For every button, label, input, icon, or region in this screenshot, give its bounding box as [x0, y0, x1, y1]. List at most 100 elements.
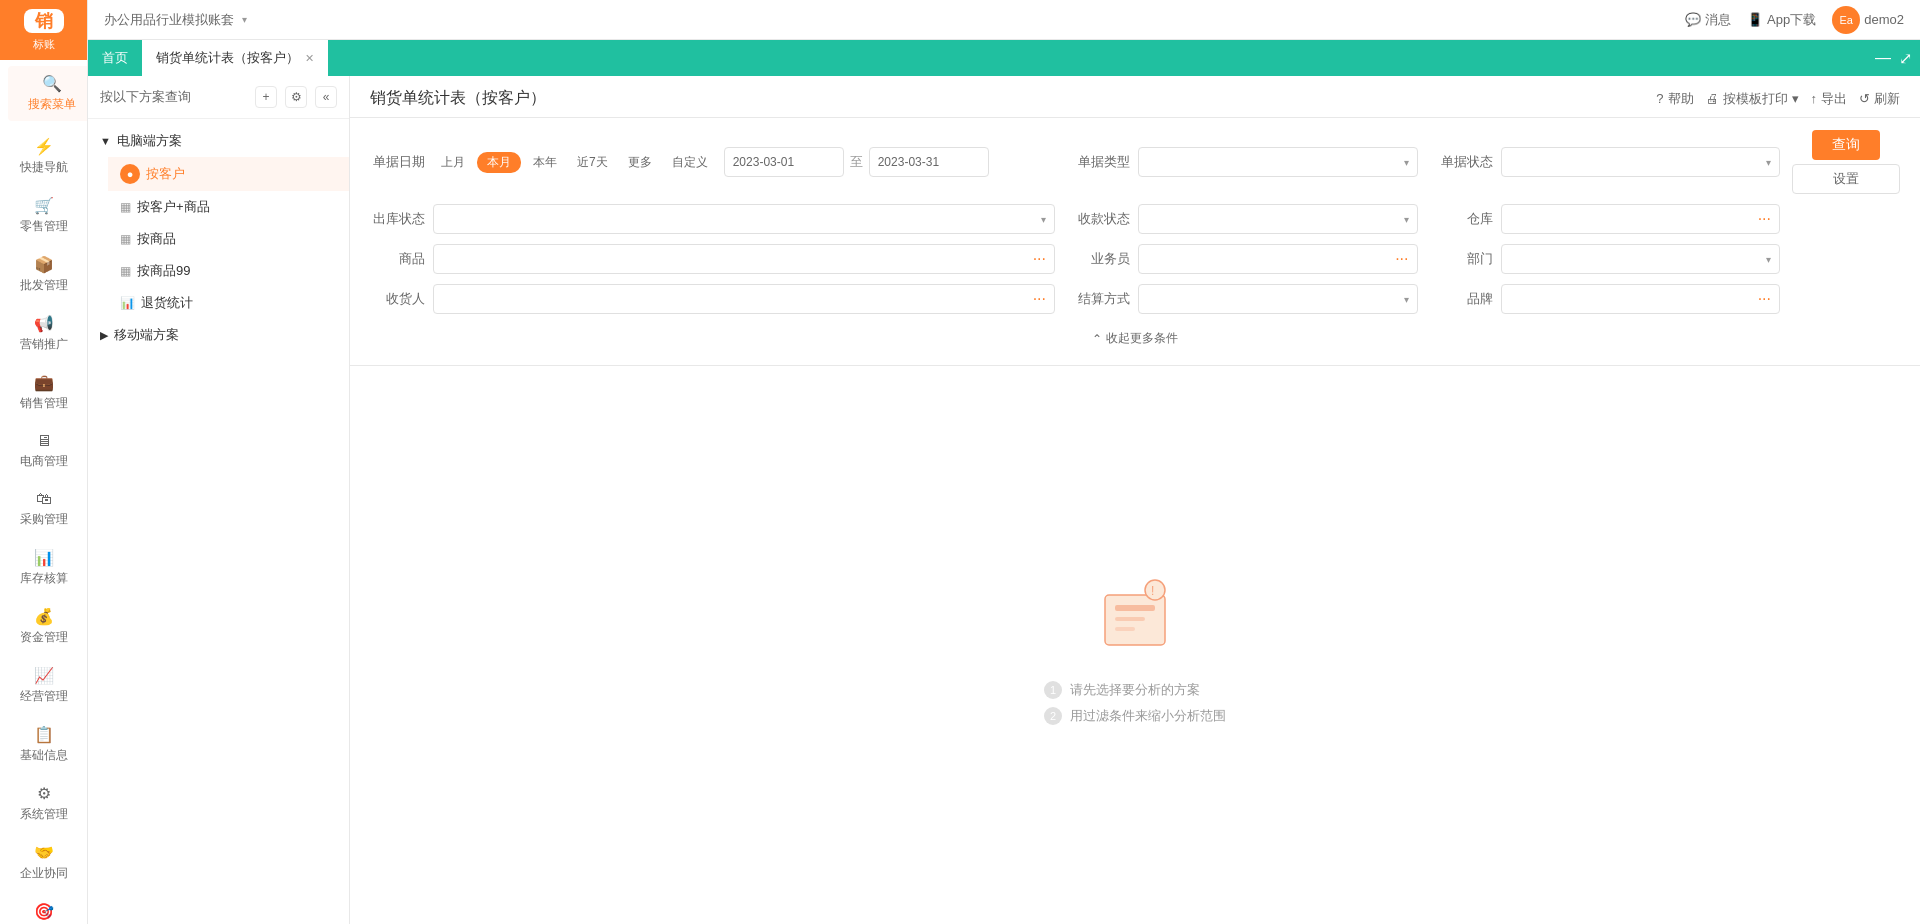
sidebar-item-newbie[interactable]: 🎯 新手引导 [0, 892, 87, 924]
tab-sales-stat[interactable]: 销货单统计表（按客户） ✕ [142, 40, 328, 76]
collapse-panel-btn[interactable]: « [315, 86, 337, 108]
date-to-input[interactable]: 2023-03-31 [869, 147, 989, 177]
staff-dots-icon[interactable]: ··· [1395, 250, 1408, 268]
sidebar-marketing-label: 营销推广 [20, 336, 68, 353]
sidebar-item-quicknav[interactable]: ⚡ 快捷导航 [0, 127, 87, 186]
tree-parent-mobile[interactable]: ▶ 移动端方案 [88, 319, 349, 351]
setting-button[interactable]: 设置 [1792, 164, 1900, 194]
add-scheme-btn[interactable]: + [255, 86, 277, 108]
receiver-dots-icon[interactable]: ··· [1033, 290, 1046, 308]
product-dots-icon[interactable]: ··· [1033, 250, 1046, 268]
tree-item-by-customer-product[interactable]: ▦ 按客户+商品 [108, 191, 349, 223]
message-btn[interactable]: 💬 消息 [1685, 11, 1731, 29]
sidebar-wholesale-label: 批发管理 [20, 277, 68, 294]
payment-chevron-icon: ▾ [1404, 294, 1409, 305]
shortcut-last-month[interactable]: 上月 [433, 152, 473, 173]
sidebar-item-sales[interactable]: 💼 销售管理 [0, 363, 87, 422]
pay-status-chevron-icon: ▾ [1404, 214, 1409, 225]
sidebar-item-operations[interactable]: 📈 经营管理 [0, 656, 87, 715]
product-label: 商品 [370, 250, 425, 268]
left-panel-header: 按以下方案查询 + ⚙ « [88, 76, 349, 119]
payment-select[interactable]: ▾ [1138, 284, 1418, 314]
sidebar-item-inventory[interactable]: 📊 库存核算 [0, 538, 87, 597]
topbar-left: 办公用品行业模拟账套 ▾ [104, 11, 247, 29]
sidebar-item-finance[interactable]: 💰 资金管理 [0, 597, 87, 656]
dept-select[interactable]: ▾ [1501, 244, 1781, 274]
collapse-btn[interactable]: ⌃ 收起更多条件 [370, 324, 1900, 353]
topbar-dropdown-icon[interactable]: ▾ [242, 14, 247, 25]
page-header: 销货单统计表（按客户） ? 帮助 🖨 按模板打印 ▾ ↑ 导出 [350, 76, 1920, 118]
date-from-input[interactable]: 2023-03-01 [724, 147, 844, 177]
help-btn[interactable]: ? 帮助 [1656, 90, 1693, 108]
filter-type: 单据类型 ▾ [1075, 147, 1418, 177]
tree-item-by-product[interactable]: ▦ 按商品 [108, 223, 349, 255]
product-input[interactable]: ··· [433, 244, 1055, 274]
topbar-title: 办公用品行业模拟账套 [104, 11, 234, 29]
receiver-input[interactable]: ··· [433, 284, 1055, 314]
sidebar-item-retail[interactable]: 🛒 零售管理 [0, 186, 87, 245]
warehouse-input[interactable]: ··· [1501, 204, 1781, 234]
tab-close-icon[interactable]: ✕ [305, 52, 314, 65]
sidebar-item-marketing[interactable]: 📢 营销推广 [0, 304, 87, 363]
user-area[interactable]: Ea demo2 [1832, 6, 1904, 34]
out-status-select[interactable]: ▾ [433, 204, 1055, 234]
filter-staff: 业务员 ··· [1075, 244, 1418, 274]
template-print-label: 按模板打印 [1723, 90, 1788, 108]
sidebar-item-wholesale[interactable]: 📦 批发管理 [0, 245, 87, 304]
filter-receiver: 收货人 ··· [370, 284, 1055, 314]
tab-home[interactable]: 首页 [88, 40, 142, 76]
sidebar-item-search[interactable]: 🔍 搜索菜单 [8, 66, 88, 121]
query-button[interactable]: 查询 [1812, 130, 1880, 160]
search-icon: 🔍 [42, 74, 62, 93]
filter-row-1: 单据日期 上月 本月 本年 近7天 更多 自定义 2023-03-01 [370, 130, 1900, 194]
warehouse-dots-icon[interactable]: ··· [1758, 210, 1771, 228]
staff-input[interactable]: ··· [1138, 244, 1418, 274]
tree-parent-desktop[interactable]: ▼ 电脑端方案 [88, 125, 349, 157]
tab-expand-btn[interactable]: ⤢ [1899, 49, 1912, 68]
refresh-btn[interactable]: ↺ 刷新 [1859, 90, 1900, 108]
hint-num-1: 1 [1044, 681, 1062, 699]
template-print-btn[interactable]: 🖨 按模板打印 ▾ [1706, 90, 1799, 108]
tree-item-by-product-99[interactable]: ▦ 按商品99 [108, 255, 349, 287]
out-status-label: 出库状态 [370, 210, 425, 228]
message-label: 消息 [1705, 11, 1731, 29]
tree-item-by-customer-product-label: 按客户+商品 [137, 198, 210, 216]
empty-hints: 1 请先选择要分析的方案 2 用过滤条件来缩小分析范围 [1044, 681, 1226, 725]
shortcut-this-month[interactable]: 本月 [477, 152, 521, 173]
filter-payment: 结算方式 ▾ [1075, 284, 1418, 314]
sidebar-item-system[interactable]: ⚙ 系统管理 [0, 774, 87, 833]
tab-minimize-btn[interactable]: — [1875, 49, 1891, 67]
export-btn[interactable]: ↑ 导出 [1811, 90, 1848, 108]
filter-warehouse: 仓库 ··· [1438, 204, 1781, 234]
sidebar-item-basic[interactable]: 📋 基础信息 [0, 715, 87, 774]
status-label: 单据状态 [1438, 153, 1493, 171]
staff-label: 业务员 [1075, 250, 1130, 268]
type-select[interactable]: ▾ [1138, 147, 1418, 177]
user-avatar: Ea [1832, 6, 1860, 34]
sidebar-item-purchase[interactable]: 🛍 采购管理 [0, 480, 87, 538]
print-chevron-icon: ▾ [1792, 91, 1799, 106]
brand-input[interactable]: ··· [1501, 284, 1781, 314]
sidebar-item-ecommerce[interactable]: 🖥 电商管理 [0, 422, 87, 480]
export-label: 导出 [1821, 90, 1847, 108]
config-scheme-btn[interactable]: ⚙ [285, 86, 307, 108]
shortcut-more[interactable]: 更多 [620, 152, 660, 173]
sidebar-item-enterprise[interactable]: 🤝 企业协同 [0, 833, 87, 892]
shortcut-custom[interactable]: 自定义 [664, 152, 716, 173]
sidebar-nav: 🔍 搜索菜单 ⚡ 快捷导航 🛒 零售管理 📦 批发管理 📢 营销推广 💼 销售管… [0, 60, 87, 924]
date-separator: 至 [850, 153, 863, 171]
warehouse-label: 仓库 [1438, 210, 1493, 228]
shortcut-7days[interactable]: 近7天 [569, 152, 616, 173]
status-select[interactable]: ▾ [1501, 147, 1781, 177]
brand-dots-icon[interactable]: ··· [1758, 290, 1771, 308]
enterprise-icon: 🤝 [34, 843, 54, 862]
tree-item-return-stat[interactable]: 📊 退货统计 [108, 287, 349, 319]
tree-item-by-product-label: 按商品 [137, 230, 176, 248]
tree-item-by-customer[interactable]: ● 按客户 [108, 157, 349, 191]
shortcut-this-year[interactable]: 本年 [525, 152, 565, 173]
app-download-btn[interactable]: 📱 App下载 [1747, 11, 1816, 29]
sidebar-retail-label: 零售管理 [20, 218, 68, 235]
pay-status-select[interactable]: ▾ [1138, 204, 1418, 234]
date-shortcuts: 上月 本月 本年 近7天 更多 自定义 [433, 152, 716, 173]
brand-label: 品牌 [1438, 290, 1493, 308]
